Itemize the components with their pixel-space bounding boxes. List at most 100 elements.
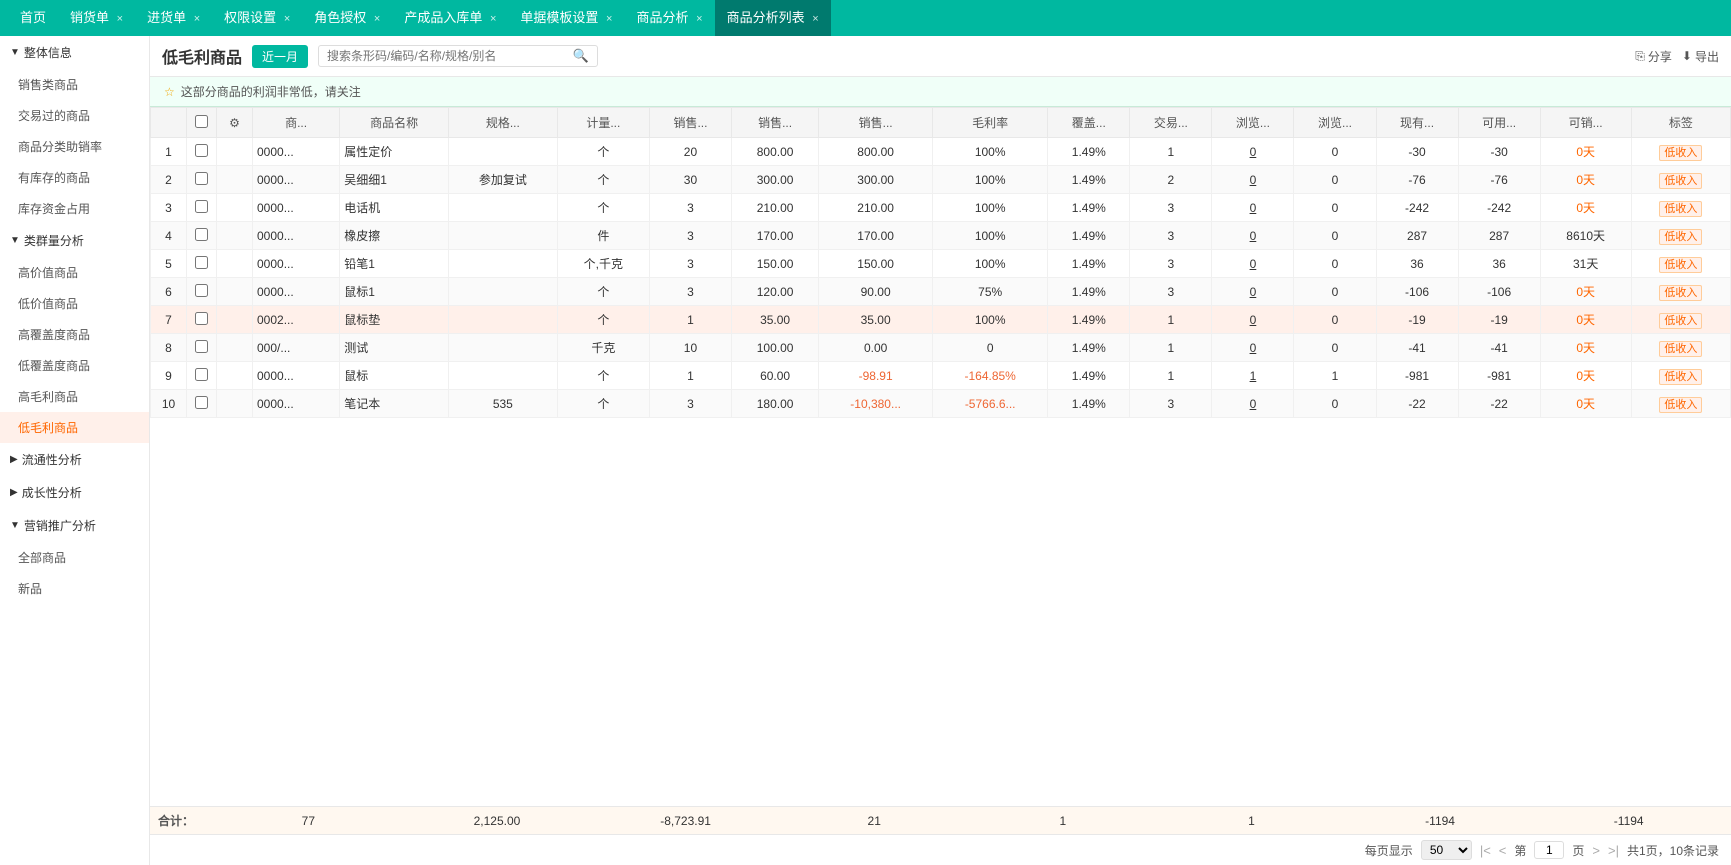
cell-browse1[interactable]: 0 bbox=[1212, 166, 1294, 194]
row-checkbox[interactable] bbox=[195, 144, 208, 157]
cell-browse1[interactable]: 0 bbox=[1212, 390, 1294, 418]
last-page-button[interactable]: >| bbox=[1608, 843, 1619, 858]
row-checkbox[interactable] bbox=[195, 256, 208, 269]
cell-check[interactable] bbox=[187, 138, 217, 166]
cell-browse2: 0 bbox=[1294, 334, 1376, 362]
share-button[interactable]: ⎘ 分享 bbox=[1635, 48, 1672, 65]
th-current-stock: 现有... bbox=[1376, 108, 1458, 138]
cell-browse1[interactable]: 0 bbox=[1212, 250, 1294, 278]
search-input[interactable] bbox=[327, 49, 573, 63]
cell-name[interactable]: 鼠标 bbox=[340, 362, 449, 390]
row-checkbox[interactable] bbox=[195, 284, 208, 297]
sidebar-item-capital-usage[interactable]: 库存资金占用 bbox=[0, 193, 149, 224]
row-checkbox[interactable] bbox=[195, 340, 208, 353]
cell-sales-count: 3 bbox=[649, 278, 731, 306]
cell-browse1[interactable]: 1 bbox=[1212, 362, 1294, 390]
nav-close-product-analysis[interactable]: × bbox=[696, 13, 702, 25]
next-page-button[interactable]: > bbox=[1592, 843, 1600, 858]
cell-name[interactable]: 橡皮擦 bbox=[340, 222, 449, 250]
cell-check[interactable] bbox=[187, 194, 217, 222]
nav-close-product-entry[interactable]: × bbox=[490, 13, 496, 25]
cell-name[interactable]: 测试 bbox=[340, 334, 449, 362]
nav-close-analysis-list[interactable]: × bbox=[812, 13, 818, 25]
cell-code: 000/... bbox=[253, 334, 340, 362]
cell-name[interactable]: 电话机 bbox=[340, 194, 449, 222]
cell-browse1[interactable]: 0 bbox=[1212, 306, 1294, 334]
cell-browse1[interactable]: 0 bbox=[1212, 138, 1294, 166]
cell-check[interactable] bbox=[187, 306, 217, 334]
sidebar-item-new-goods[interactable]: 新品 bbox=[0, 573, 149, 604]
cell-name[interactable]: 笔记本 bbox=[340, 390, 449, 418]
row-checkbox[interactable] bbox=[195, 312, 208, 325]
first-page-button[interactable]: |< bbox=[1480, 843, 1491, 858]
sidebar-group-circulation[interactable]: ▶ 流通性分析 bbox=[0, 443, 149, 476]
sidebar-item-all-goods[interactable]: 全部商品 bbox=[0, 542, 149, 573]
nav-item-permissions[interactable]: 权限设置 × bbox=[212, 0, 302, 36]
select-all-checkbox[interactable] bbox=[195, 115, 208, 128]
page-input[interactable] bbox=[1534, 841, 1564, 859]
sidebar-item-low-coverage[interactable]: 低覆盖度商品 bbox=[0, 350, 149, 381]
cell-name[interactable]: 吴细细1 bbox=[340, 166, 449, 194]
sidebar-item-low-margin[interactable]: 低毛利商品 bbox=[0, 412, 149, 443]
cell-check[interactable] bbox=[187, 250, 217, 278]
cell-name[interactable]: 属性定价 bbox=[340, 138, 449, 166]
nav-item-product-analysis[interactable]: 商品分析 × bbox=[624, 0, 714, 36]
cell-unit: 千克 bbox=[557, 334, 649, 362]
nav-item-product-entry[interactable]: 产成品入库单 × bbox=[392, 0, 508, 36]
prev-page-button[interactable]: < bbox=[1499, 843, 1507, 858]
cell-check[interactable] bbox=[187, 390, 217, 418]
cell-browse1[interactable]: 0 bbox=[1212, 194, 1294, 222]
cell-check[interactable] bbox=[187, 334, 217, 362]
row-checkbox[interactable] bbox=[195, 228, 208, 241]
sidebar-item-high-margin[interactable]: 高毛利商品 bbox=[0, 381, 149, 412]
row-checkbox[interactable] bbox=[195, 172, 208, 185]
nav-close-template-settings[interactable]: × bbox=[606, 13, 612, 25]
cell-tag: 低收入 bbox=[1631, 390, 1730, 418]
sidebar-group-growth[interactable]: ▶ 成长性分析 bbox=[0, 476, 149, 509]
cell-tag: 低收入 bbox=[1631, 194, 1730, 222]
nav-item-role-auth[interactable]: 角色授权 × bbox=[302, 0, 392, 36]
cell-check[interactable] bbox=[187, 166, 217, 194]
sidebar-item-high-value[interactable]: 高价值商品 bbox=[0, 257, 149, 288]
sidebar-group-marketing[interactable]: ▼ 营销推广分析 bbox=[0, 509, 149, 542]
cell-browse1[interactable]: 0 bbox=[1212, 222, 1294, 250]
sidebar-group-cluster[interactable]: ▼ 类群量分析 bbox=[0, 224, 149, 257]
content-area: 低毛利商品 近一月 🔍 ⎘ 分享 ⬇ 导出 ☆ 这部分商品的利润非常低，请关注 bbox=[150, 36, 1731, 865]
cell-sales-profit: 800.00 bbox=[819, 138, 933, 166]
per-page-select[interactable]: 50 100 200 bbox=[1421, 840, 1472, 860]
cell-code: 0002... bbox=[253, 306, 340, 334]
cell-available: -242 bbox=[1458, 194, 1540, 222]
sidebar-group-overall[interactable]: ▼ 整体信息 bbox=[0, 36, 149, 69]
search-icon[interactable]: 🔍 bbox=[573, 48, 589, 64]
nav-item-sales[interactable]: 销货单 × bbox=[58, 0, 135, 36]
nav-close-permissions[interactable]: × bbox=[284, 13, 290, 25]
cell-name[interactable]: 鼠标1 bbox=[340, 278, 449, 306]
nav-close-sales[interactable]: × bbox=[117, 13, 123, 25]
cell-name[interactable]: 铅笔1 bbox=[340, 250, 449, 278]
nav-item-template-settings[interactable]: 单据模板设置 × bbox=[508, 0, 624, 36]
nav-item-purchase[interactable]: 进货单 × bbox=[135, 0, 212, 36]
cell-check[interactable] bbox=[187, 222, 217, 250]
cell-browse1[interactable]: 0 bbox=[1212, 334, 1294, 362]
cell-check[interactable] bbox=[187, 362, 217, 390]
cell-check[interactable] bbox=[187, 278, 217, 306]
sidebar-item-in-stock[interactable]: 有库存的商品 bbox=[0, 162, 149, 193]
nav-item-home[interactable]: 首页 bbox=[8, 0, 58, 36]
sidebar-item-low-value[interactable]: 低价值商品 bbox=[0, 288, 149, 319]
sidebar-item-sales-goods[interactable]: 销售类商品 bbox=[0, 69, 149, 100]
export-button[interactable]: ⬇ 导出 bbox=[1682, 48, 1719, 65]
th-settings[interactable]: ⚙ bbox=[217, 108, 253, 138]
sidebar-item-high-coverage[interactable]: 高覆盖度商品 bbox=[0, 319, 149, 350]
cell-name[interactable]: 鼠标垫 bbox=[340, 306, 449, 334]
sidebar-item-category-rate[interactable]: 商品分类助销率 bbox=[0, 131, 149, 162]
cell-browse1[interactable]: 0 bbox=[1212, 278, 1294, 306]
nav-close-role-auth[interactable]: × bbox=[374, 13, 380, 25]
cell-settings bbox=[217, 138, 253, 166]
row-checkbox[interactable] bbox=[195, 396, 208, 409]
nav-close-purchase[interactable]: × bbox=[194, 13, 200, 25]
sidebar-item-traded-goods[interactable]: 交易过的商品 bbox=[0, 100, 149, 131]
row-checkbox[interactable] bbox=[195, 368, 208, 381]
time-filter-button[interactable]: 近一月 bbox=[252, 45, 308, 68]
nav-item-analysis-list[interactable]: 商品分析列表 × bbox=[715, 0, 831, 36]
row-checkbox[interactable] bbox=[195, 200, 208, 213]
